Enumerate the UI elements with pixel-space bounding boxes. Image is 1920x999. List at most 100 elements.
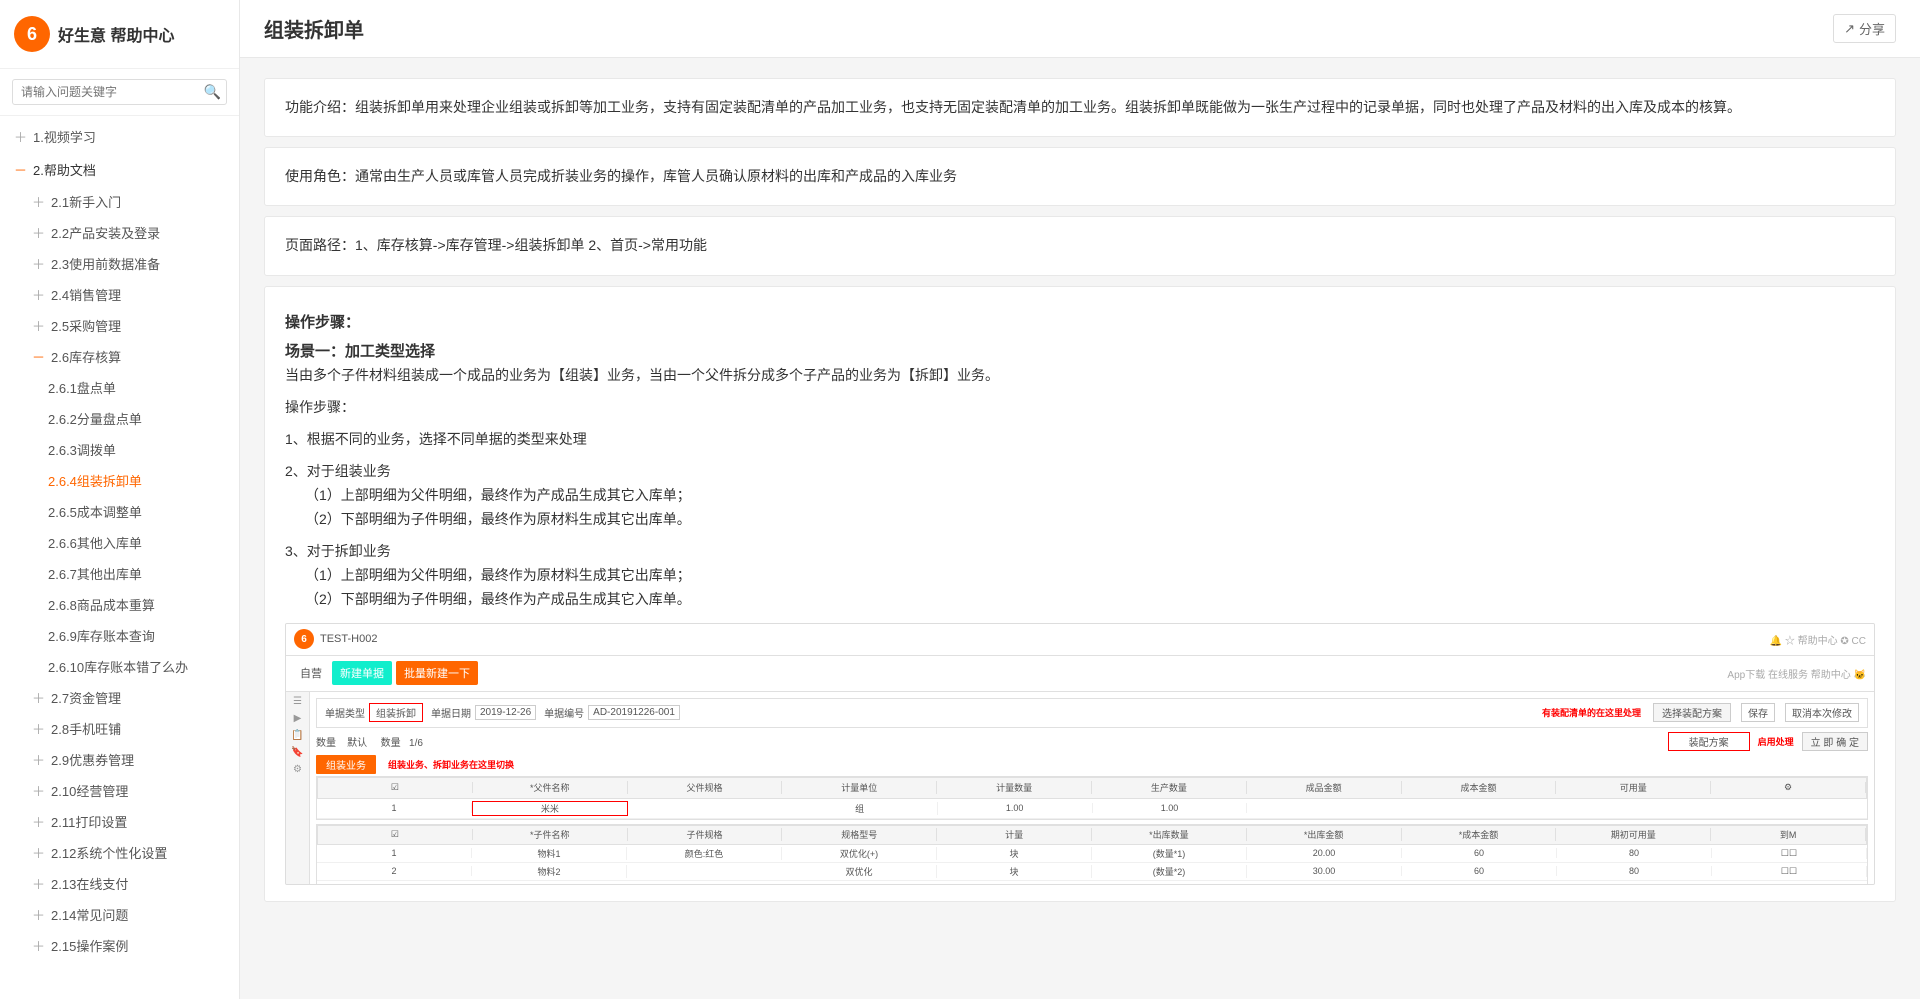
minus-icon-2: － [32,347,45,366]
search-area: 🔍 [0,69,239,116]
sidebar-item-partial-stocktake[interactable]: 2.6.2分量盘点单 [0,403,239,434]
confirm-btn[interactable]: 立 即 确 定 [1802,732,1868,751]
btn-save[interactable]: 保存 [1741,703,1775,722]
sidebar-item-personalize[interactable]: ＋ 2.12系统个性化设置 [0,837,239,868]
ops-sub-title: 操作步骤： [285,397,1875,417]
field-doc-date: 单据日期 2019-12-26 [431,705,536,720]
share-button[interactable]: ↗ 分享 [1833,14,1896,43]
share-icon: ↗ [1844,21,1855,37]
sidebar-item-mobile[interactable]: ＋ 2.8手机旺铺 [0,713,239,744]
sidebar-item-cases[interactable]: ＋ 2.15操作案例 [0,930,239,961]
toolbar-row2: 数量 默认 数量 1/6 装配方案 启用处理 立 即 确 定 [316,732,1868,751]
step2-block: 2、对于组装业务 （1）上部明细为父件明细，最终作为产成品生成其它入库单； （2… [285,461,1875,529]
search-button[interactable]: 🔍 [204,84,221,101]
ops-title: 操作步骤： [285,311,1875,332]
nav-section: ＋ 1.视频学习 － 2.帮助文档 ＋ 2.1新手入门 ＋ 2.2产品安装及登录… [0,116,239,965]
sidebar-item-operation[interactable]: ＋ 2.10经营管理 [0,775,239,806]
sidebar-item-other-out[interactable]: 2.6.7其他出库单 [0,558,239,589]
sidebar-logo: 6 好生意 帮助中心 [0,0,239,69]
step2-2-text: （2）下部明细为子件明细，最终作为原材料生成其它出库单。 [305,509,1875,529]
sidebar-item-print[interactable]: ＋ 2.11打印设置 [0,806,239,837]
step1-text: 1、根据不同的业务，选择不同单据的类型来处理 [285,429,1875,449]
bottom-table-header: ☑ *子件名称 子件规格 规格型号 计量 *出库数量 *出库金额 *成本金额 期… [317,825,1867,845]
doc-date-value[interactable]: 2019-12-26 [475,705,536,720]
app-nav-bar: 自营 新建单据 批量新建一下 App下载 在线服务 帮助中心 🐱 [286,656,1874,692]
plus-icon-8: ＋ [32,719,45,738]
bottom-table: ☑ *子件名称 子件规格 规格型号 计量 *出库数量 *出库金额 *成本金额 期… [316,824,1868,884]
sidebar-item-online-pay[interactable]: ＋ 2.13在线支付 [0,868,239,899]
btn-cancel[interactable]: 取消本次修改 [1785,703,1859,722]
plus-icon-14: ＋ [32,905,45,924]
sidebar-item-account-check[interactable]: 2.6.9库存账本查询 [0,620,239,651]
nav-home[interactable]: 自营 [294,662,328,684]
plus-icon-13: ＋ [32,874,45,893]
nav-right-icons: App下载 在线服务 帮助中心 🐱 [1727,666,1866,681]
side-icon-3: 📋 [291,730,303,741]
app-screenshot: 6 TEST-H002 🔔 ☆ 帮助中心 ✪ CC 自营 新建单据 批量新建一下… [286,624,1874,884]
feature-intro-text: 功能介绍：组装拆卸单用来处理企业组装或拆卸等加工业务，支持有固定装配清单的产品加… [285,95,1875,120]
sidebar-item-other-in[interactable]: 2.6.6其他入库单 [0,527,239,558]
plan-field[interactable]: 装配方案 [1668,732,1750,751]
sidebar-item-install[interactable]: ＋ 2.2产品安装及登录 [0,217,239,248]
search-input[interactable] [12,79,227,105]
main-area: 组装拆卸单 ↗ 分享 功能介绍：组装拆卸单用来处理企业组装或拆卸等加工业务，支持… [240,0,1920,999]
side-icon-1: ☰ [293,696,302,707]
sidebar-item-docs[interactable]: － 2.帮助文档 [0,153,239,186]
step3-1-text: （1）上部明细为父件明细，最终作为原材料生成其它出库单； [305,565,1875,585]
user-role-card: 使用角色：通常由生产人员或库管人员完成折装业务的操作，库管人员确认原材料的出库和… [264,147,1896,206]
top-table-header: ☑ *父件名称 父件规格 计量单位 计量数量 生产数量 成品金额 成本金额 可用… [317,777,1867,799]
sidebar-item-sales[interactable]: ＋ 2.4销售管理 [0,279,239,310]
bottom-table-row-1: 1 物料1 颜色:红色 双优化(+) 块 (数量*1) 20.00 60 80 [317,845,1867,863]
top-table-row-1: 1 米米 组 1.00 1.00 [317,799,1867,819]
sidebar-item-adjust[interactable]: 2.6.3调拨单 [0,434,239,465]
annotation-has-bom: 有装配清单的在这里处理 [1542,706,1641,719]
app-side-icons: ☰ ▶ 📋 🔖 ⚙ [286,692,310,884]
sidebar-item-purchase[interactable]: ＋ 2.5采购管理 [0,310,239,341]
plus-icon-9: ＋ [32,750,45,769]
app-logo-icon: 6 [14,16,50,52]
annotation-enable: 启用处理 [1758,735,1794,748]
type-switcher-area: 组装业务 组装业务、拆卸业务在这里切换 [316,755,1868,774]
sidebar-item-finance[interactable]: ＋ 2.7资金管理 [0,682,239,713]
ops-sub-title-block: 操作步骤： [285,397,1875,417]
sidebar-item-cost-recalc[interactable]: 2.6.8商品成本重算 [0,589,239,620]
app-icons: 🔔 ☆ 帮助中心 ✪ CC [1770,632,1866,647]
page-path-card: 页面路径：1、库存核算->库存管理->组装拆卸单 2、首页->常用功能 [264,216,1896,275]
app-id-text: TEST-H002 [320,633,1764,645]
plus-icon-3: ＋ [32,223,45,242]
sidebar-item-cost-adjust[interactable]: 2.6.5成本调整单 [0,496,239,527]
sidebar-item-account-error[interactable]: 2.6.10库存账本错了么办 [0,651,239,682]
parent-item-cell[interactable]: 米米 [472,801,628,816]
sidebar-item-inventory[interactable]: － 2.6库存核算 [0,341,239,372]
sidebar: 6 好生意 帮助中心 🔍 ＋ 1.视频学习 － 2.帮助文档 ＋ 2.1新手入门… [0,0,240,999]
sidebar-item-video[interactable]: ＋ 1.视频学习 [0,120,239,153]
minus-icon: － [14,160,27,179]
app-top-bar: 6 TEST-H002 🔔 ☆ 帮助中心 ✪ CC [286,624,1874,656]
app-toolbar: 单据类型 组装拆卸 单据日期 2019-12-26 单据编号 AD-201912… [316,698,1868,728]
app-body: ☰ ▶ 📋 🔖 ⚙ 单据类型 组装拆卸 [286,692,1874,884]
plus-icon-11: ＋ [32,812,45,831]
app-title: 好生意 帮助中心 [58,22,174,46]
bottom-table-row-2: 2 物料2 双优化 块 (数量*2) 30.00 60 80 ☐☐ [317,863,1867,881]
sidebar-item-coupon[interactable]: ＋ 2.9优惠券管理 [0,744,239,775]
doc-type-value[interactable]: 组装拆卸 [369,703,423,722]
side-icon-5: ⚙ [293,764,302,775]
nav-batch-btn[interactable]: 批量新建一下 [396,661,478,685]
steps-section: 操作步骤： 场景一：加工类型选择 当由多个子件材料组装成一个成品的业务为【组装】… [264,286,1896,902]
doc-no-value[interactable]: AD-20191226-001 [588,705,680,720]
screenshot-container: 6 TEST-H002 🔔 ☆ 帮助中心 ✪ CC 自营 新建单据 批量新建一下… [285,623,1875,885]
field-doc-type: 单据类型 组装拆卸 [325,703,423,722]
sidebar-item-data-prep[interactable]: ＋ 2.3使用前数据准备 [0,248,239,279]
sidebar-item-assembly[interactable]: 2.6.4组装拆卸单 [0,465,239,496]
main-header: 组装拆卸单 ↗ 分享 [240,0,1920,58]
sidebar-item-faq[interactable]: ＋ 2.14常见问题 [0,899,239,930]
nav-new-doc[interactable]: 新建单据 [332,661,392,685]
step3-block: 3、对于拆卸业务 （1）上部明细为父件明细，最终作为原材料生成其它出库单； （2… [285,541,1875,609]
scene-block: 场景一：加工类型选择 当由多个子件材料组装成一个成品的业务为【组装】业务，当由一… [285,340,1875,385]
bottom-table-row-3: 3 [317,881,1867,884]
assembly-type-btn[interactable]: 组装业务 [316,755,376,774]
sidebar-item-stocktake[interactable]: 2.6.1盘点单 [0,372,239,403]
sidebar-item-new-user[interactable]: ＋ 2.1新手入门 [0,186,239,217]
plus-icon-6: ＋ [32,316,45,335]
select-plan-btn[interactable]: 选择装配方案 [1653,703,1731,722]
